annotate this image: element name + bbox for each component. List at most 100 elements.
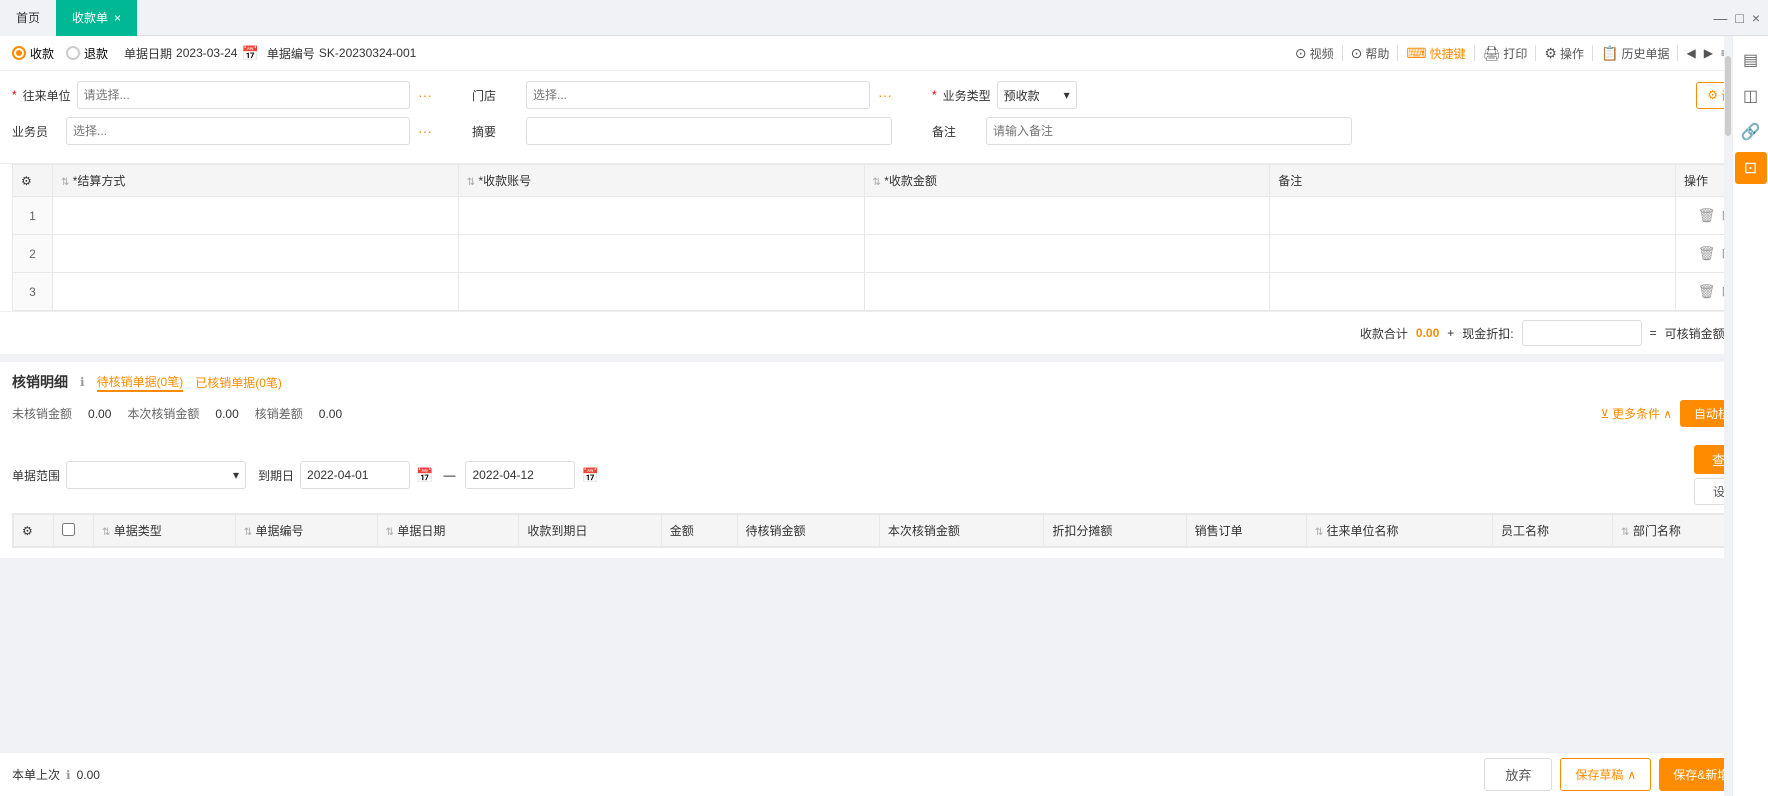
remark-cell-2[interactable] bbox=[1270, 235, 1676, 273]
col-amount-header: ⇅ *收款金额 bbox=[864, 165, 1270, 197]
radio-refund[interactable]: 退款 bbox=[66, 45, 108, 62]
table-row: 3 🗑 ⊞ bbox=[13, 273, 1756, 311]
calendar-icon[interactable]: 📅 bbox=[241, 45, 258, 62]
col-doc-type: ⇅ 单据类型 bbox=[94, 515, 236, 547]
video-btn[interactable]: ⊙ 视频 bbox=[1295, 45, 1334, 62]
account-cell-2[interactable] bbox=[458, 235, 864, 273]
save-draft-btn[interactable]: 保存草稿 ∧ bbox=[1560, 758, 1651, 791]
amount-input-3[interactable] bbox=[865, 273, 1270, 310]
discount-input[interactable] bbox=[1522, 320, 1642, 346]
remark-cell-1[interactable] bbox=[1270, 197, 1676, 235]
history-icon: 📋 bbox=[1601, 45, 1618, 62]
settlement-input-3[interactable] bbox=[53, 273, 458, 310]
main-table: ⚙ ⇅ *结算方式 ⇅ *收款账号 ⇅ *收款金额 备注 操作 bbox=[12, 164, 1756, 311]
settlement-input-1[interactable] bbox=[53, 197, 458, 234]
delete-icon-3[interactable]: 🗑 bbox=[1698, 283, 1716, 300]
due-date-from-input[interactable] bbox=[300, 461, 410, 489]
remark-input-2[interactable] bbox=[1270, 235, 1675, 272]
remark-input[interactable] bbox=[986, 117, 1352, 145]
tab-close-icon[interactable]: × bbox=[114, 11, 121, 25]
radio-collection[interactable]: 收款 bbox=[12, 45, 54, 62]
tab-home[interactable]: 首页 bbox=[0, 0, 56, 36]
window-min-icon[interactable]: — bbox=[1713, 10, 1727, 26]
account-input-1[interactable] bbox=[459, 197, 864, 234]
gear-th[interactable]: ⚙ bbox=[13, 165, 53, 197]
due-date-to-input[interactable] bbox=[465, 461, 575, 489]
bottom-check-th[interactable] bbox=[54, 515, 94, 547]
number-field: 单据编号 SK-20230324-001 bbox=[267, 45, 416, 62]
footer-info-icon[interactable]: ℹ bbox=[66, 768, 71, 782]
salesperson-ellipsis[interactable]: ··· bbox=[418, 123, 432, 139]
salesperson-field: 业务员 ··· bbox=[12, 117, 432, 145]
sidebar-expand-icon[interactable]: ⊡ bbox=[1735, 152, 1767, 184]
plus-sign: + bbox=[1447, 326, 1454, 340]
account-input-3[interactable] bbox=[459, 273, 864, 310]
nav-prev-icon: ◀ bbox=[1686, 46, 1695, 60]
required-star-type: * bbox=[932, 88, 937, 102]
amount-cell-3[interactable] bbox=[864, 273, 1270, 311]
range-field: 单据范围 ▾ bbox=[12, 461, 246, 489]
account-cell-1[interactable] bbox=[458, 197, 864, 235]
salesperson-input[interactable] bbox=[66, 117, 410, 145]
nuclear-info-icon[interactable]: ℹ bbox=[80, 375, 85, 389]
bottom-table: ⚙ ⇅ 单据类型 ⇅ 单据编号 ⇅ 单据日期 收款到期日 金额 待核销金额 本次… bbox=[13, 514, 1755, 547]
delete-icon-1[interactable]: 🗑 bbox=[1698, 207, 1716, 224]
section-divider bbox=[0, 354, 1768, 362]
nav-prev-btn[interactable]: ◀ bbox=[1686, 46, 1695, 60]
select-all-checkbox[interactable] bbox=[62, 523, 75, 536]
tab-collection[interactable]: 收款单 × bbox=[56, 0, 137, 36]
more-conditions-btn[interactable]: ⊻ 更多条件 ∧ bbox=[1600, 405, 1672, 422]
due-date-field: 到期日 📅 — 📅 bbox=[258, 461, 599, 489]
window-close-icon[interactable]: × bbox=[1752, 10, 1760, 26]
amount-input-1[interactable] bbox=[865, 197, 1270, 234]
counterpart-ellipsis[interactable]: ··· bbox=[418, 87, 432, 103]
amount-input-2[interactable] bbox=[865, 235, 1270, 272]
divider3 bbox=[1474, 45, 1475, 61]
business-type-field: * 业务类型 预收款 ▾ bbox=[932, 81, 1312, 109]
store-ellipsis[interactable]: ··· bbox=[878, 87, 892, 103]
settlement-cell-3[interactable] bbox=[53, 273, 459, 311]
divider5 bbox=[1592, 45, 1593, 61]
account-cell-3[interactable] bbox=[458, 273, 864, 311]
settlement-cell-1[interactable] bbox=[53, 197, 459, 235]
delete-icon-2[interactable]: 🗑 bbox=[1698, 245, 1716, 262]
pending-tab[interactable]: 待核销单据(0笔) bbox=[97, 373, 184, 392]
scrollbar[interactable] bbox=[1724, 36, 1732, 796]
store-input[interactable] bbox=[526, 81, 870, 109]
summary-input[interactable] bbox=[526, 117, 892, 145]
table-row: 2 🗑 ⊞ bbox=[13, 235, 1756, 273]
due-label: 到期日 bbox=[258, 467, 294, 484]
range-select[interactable]: ▾ bbox=[66, 461, 246, 489]
remark-input-1[interactable] bbox=[1270, 197, 1675, 234]
account-input-2[interactable] bbox=[459, 235, 864, 272]
window-max-icon[interactable]: □ bbox=[1735, 10, 1743, 26]
sidebar-attach-icon[interactable]: 🔗 bbox=[1735, 116, 1767, 148]
business-type-select[interactable]: 预收款 ▾ bbox=[997, 81, 1077, 109]
sidebar-table-icon[interactable]: ▤ bbox=[1735, 44, 1767, 76]
print-btn[interactable]: 🖨 打印 bbox=[1483, 45, 1528, 62]
remark-input-3[interactable] bbox=[1270, 273, 1675, 310]
sidebar-form-icon[interactable]: ◫ bbox=[1735, 80, 1767, 112]
date-label: 单据日期 bbox=[124, 45, 172, 62]
counterpart-input[interactable] bbox=[77, 81, 410, 109]
history-btn[interactable]: 📋 历史单据 bbox=[1601, 45, 1669, 62]
footer-left: 本单上次 ℹ 0.00 bbox=[12, 766, 100, 783]
footer-right: 放弃 保存草稿 ∧ 保存&新增 ∧ bbox=[1484, 758, 1756, 791]
cal-icon-from[interactable]: 📅 bbox=[416, 467, 433, 484]
remark-cell-3[interactable] bbox=[1270, 273, 1676, 311]
shortcut-btn[interactable]: ⌨ 快捷键 bbox=[1406, 45, 1465, 62]
date-value: 2023-03-24 bbox=[176, 46, 237, 60]
cal-icon-to[interactable]: 📅 bbox=[581, 467, 598, 484]
amount-cell-1[interactable] bbox=[864, 197, 1270, 235]
nav-next-btn[interactable]: ▶ bbox=[1704, 46, 1713, 60]
number-label: 单据编号 bbox=[267, 45, 315, 62]
settlement-cell-2[interactable] bbox=[53, 235, 459, 273]
settlement-input-2[interactable] bbox=[53, 235, 458, 272]
done-tab[interactable]: 已核销单据(0笔) bbox=[195, 374, 282, 391]
amount-cell-2[interactable] bbox=[864, 235, 1270, 273]
abandon-btn[interactable]: 放弃 bbox=[1484, 758, 1552, 791]
history-label: 历史单据 bbox=[1621, 45, 1669, 62]
help-btn[interactable]: ⊙ 帮助 bbox=[1351, 45, 1390, 62]
operation-btn[interactable]: ⚙ 操作 bbox=[1544, 45, 1584, 62]
bottom-gear-th[interactable]: ⚙ bbox=[14, 515, 54, 547]
